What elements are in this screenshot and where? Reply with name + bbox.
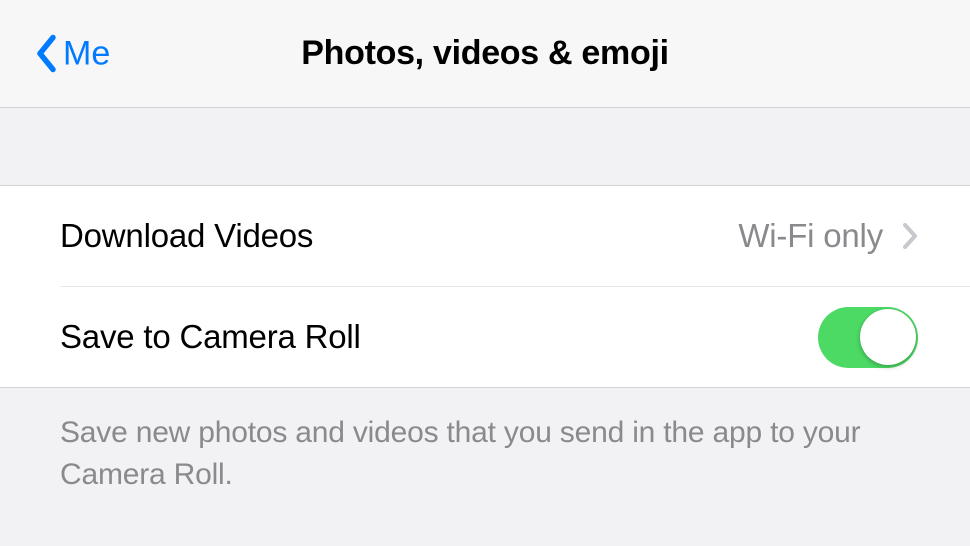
- navigation-bar: Me Photos, videos & emoji: [0, 0, 970, 108]
- setting-value: Wi-Fi only: [738, 217, 883, 255]
- chevron-left-icon: [35, 35, 57, 73]
- section-gap: [0, 108, 970, 186]
- section-footer-text: Save new photos and videos that you send…: [0, 388, 970, 496]
- chevron-right-icon: [903, 223, 918, 249]
- save-to-camera-roll-toggle[interactable]: [818, 307, 918, 368]
- setting-label: Download Videos: [60, 217, 313, 255]
- toggle-knob: [860, 309, 916, 365]
- download-videos-row[interactable]: Download Videos Wi-Fi only: [0, 186, 970, 286]
- back-label: Me: [63, 34, 110, 73]
- page-title: Photos, videos & emoji: [301, 34, 668, 73]
- setting-label: Save to Camera Roll: [60, 318, 361, 356]
- setting-value-container: Wi-Fi only: [738, 217, 918, 255]
- save-to-camera-roll-row: Save to Camera Roll: [0, 287, 970, 387]
- settings-group: Download Videos Wi-Fi only Save to Camer…: [0, 186, 970, 388]
- back-button[interactable]: Me: [35, 34, 110, 73]
